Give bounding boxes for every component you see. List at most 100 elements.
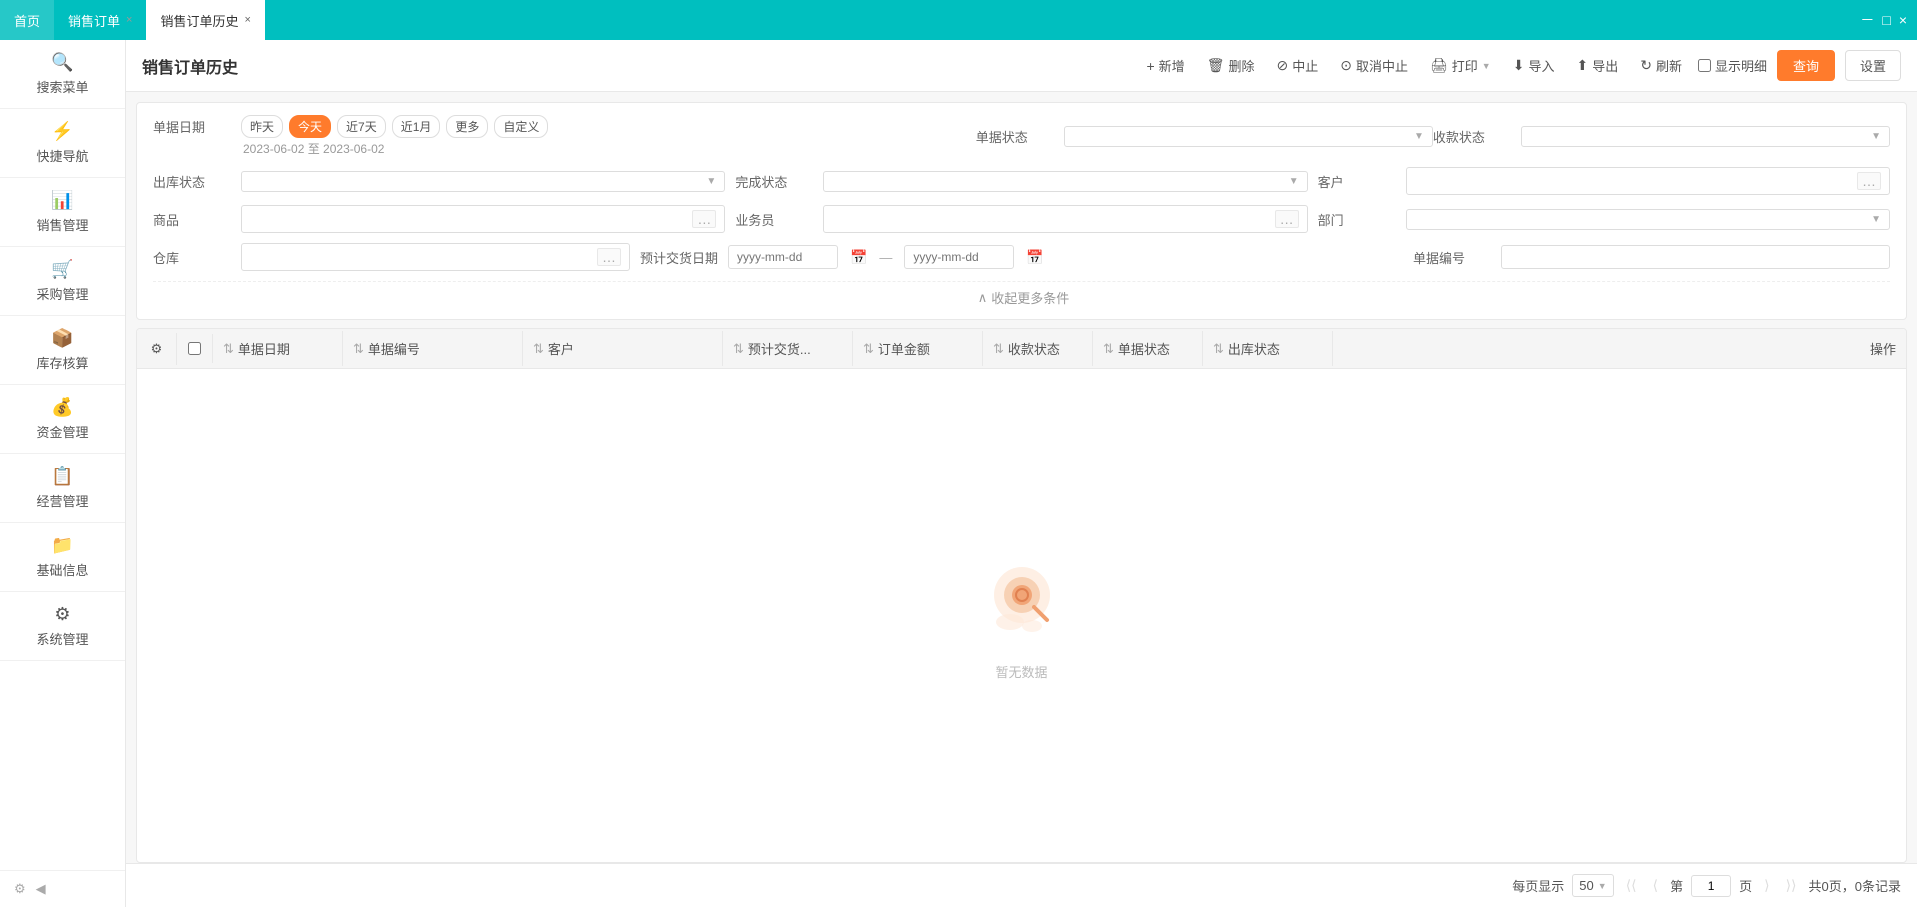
inventory-calc-icon: 📦 bbox=[51, 328, 73, 349]
sidebar-item-inventory-calc[interactable]: 📦 库存核算 bbox=[0, 316, 125, 385]
date-btn-more[interactable]: 更多 bbox=[446, 115, 488, 138]
import-button[interactable]: ⬇ 导入 bbox=[1507, 52, 1561, 79]
sidebar-item-basic-info[interactable]: 📁 基础信息 bbox=[0, 523, 125, 592]
tab-sales-order[interactable]: 销售订单 × bbox=[54, 0, 146, 40]
per-page-value: 50 bbox=[1579, 878, 1593, 893]
page-first-btn[interactable]: ⟨⟨ bbox=[1622, 875, 1641, 896]
refresh-icon: ↻ bbox=[1640, 57, 1652, 74]
set-button[interactable]: 设置 bbox=[1845, 50, 1901, 81]
date-btn-today[interactable]: 今天 bbox=[289, 115, 331, 138]
stock-out-status-select[interactable]: ▼ bbox=[241, 171, 725, 192]
customer-ellipsis-btn[interactable]: … bbox=[1857, 172, 1881, 190]
th-check[interactable] bbox=[177, 334, 213, 363]
page-input[interactable]: 1 bbox=[1691, 875, 1731, 897]
cancel-stop-label: 取消中止 bbox=[1356, 56, 1408, 75]
th-receipt[interactable]: ⇅ 收款状态 bbox=[983, 331, 1093, 366]
delivery-date-to-calendar-icon[interactable]: 📅 bbox=[1026, 249, 1043, 266]
page-next-btn[interactable]: ⟩ bbox=[1760, 875, 1773, 896]
warehouse-ellipsis-btn[interactable]: … bbox=[597, 248, 621, 266]
delete-button[interactable]: 🗑 删除 bbox=[1201, 52, 1261, 79]
print-arrow-icon: ▼ bbox=[1482, 61, 1491, 71]
stop-button[interactable]: ⊘ 中止 bbox=[1270, 52, 1324, 79]
sidebar-item-operations-mgmt-label: 经营管理 bbox=[36, 491, 88, 510]
window-controls: － □ × bbox=[1860, 10, 1917, 30]
sidebar-item-system-mgmt[interactable]: ⚙ 系统管理 bbox=[0, 592, 125, 661]
table-wrapper: ⚙ ⇅ 单据日期 ⇅ 单据编号 ⇅ 客户 ⇅ bbox=[136, 328, 1907, 863]
sidebar-settings-icon[interactable]: ⚙ bbox=[14, 881, 26, 897]
salesperson-ellipsis-btn[interactable]: … bbox=[1275, 210, 1299, 228]
th-number[interactable]: ⇅ 单据编号 bbox=[343, 331, 523, 366]
receipt-status-label: 收款状态 bbox=[1433, 127, 1513, 146]
query-button[interactable]: 查询 bbox=[1777, 50, 1835, 81]
tab-sales-order-history-close[interactable]: × bbox=[244, 14, 250, 26]
operations-mgmt-icon: 📋 bbox=[51, 466, 73, 487]
page-label: 页 bbox=[1739, 876, 1752, 895]
doc-number-input[interactable] bbox=[1510, 250, 1881, 264]
collapse-filter-row[interactable]: ∧ 收起更多条件 bbox=[153, 281, 1890, 307]
export-icon: ⬆ bbox=[1576, 57, 1588, 74]
select-all-checkbox[interactable] bbox=[188, 342, 201, 355]
page-label-prefix: 第 bbox=[1670, 876, 1683, 895]
sidebar-item-search-menu[interactable]: 🔍 搜索菜单 bbox=[0, 40, 125, 109]
export-button[interactable]: ⬆ 导出 bbox=[1570, 52, 1624, 79]
tab-sales-order-close[interactable]: × bbox=[126, 14, 132, 26]
th-delivery[interactable]: ⇅ 预计交货... bbox=[723, 331, 853, 366]
add-button[interactable]: + 新增 bbox=[1140, 52, 1190, 79]
th-amount[interactable]: ⇅ 订单金额 bbox=[853, 331, 983, 366]
date-btn-yesterday[interactable]: 昨天 bbox=[241, 115, 283, 138]
table-header: ⚙ ⇅ 单据日期 ⇅ 单据编号 ⇅ 客户 ⇅ bbox=[137, 329, 1906, 369]
funds-mgmt-icon: 💰 bbox=[51, 397, 73, 418]
export-label: 导出 bbox=[1592, 56, 1618, 75]
sidebar-collapse-icon[interactable]: ◀ bbox=[36, 881, 46, 897]
th-ops: 操作 bbox=[1333, 331, 1906, 366]
sidebar-item-sales-mgmt[interactable]: 📊 销售管理 bbox=[0, 178, 125, 247]
page-prev-btn[interactable]: ⟨ bbox=[1649, 875, 1662, 896]
delivery-date-to-input[interactable] bbox=[904, 245, 1014, 269]
search-menu-icon: 🔍 bbox=[51, 52, 73, 73]
maximize-btn[interactable]: □ bbox=[1882, 12, 1890, 28]
cancel-stop-button[interactable]: ⊙ 取消中止 bbox=[1334, 52, 1414, 79]
print-label: 打印 bbox=[1452, 56, 1478, 75]
date-separator: — bbox=[879, 250, 892, 265]
date-btn-7days[interactable]: 近7天 bbox=[337, 115, 386, 138]
filter-row-2: 出库状态 ▼ 完成状态 ▼ 客户 bbox=[153, 167, 1890, 195]
import-icon: ⬇ bbox=[1513, 57, 1525, 74]
page-last-btn[interactable]: ⟩⟩ bbox=[1782, 875, 1801, 896]
delivery-date-from-input[interactable] bbox=[728, 245, 838, 269]
filter-row-1: 单据日期 昨天 今天 近7天 近1月 更多 自定义 2023-06-02 至 2… bbox=[153, 115, 1890, 157]
th-ops-label: 操作 bbox=[1870, 339, 1896, 358]
refresh-button[interactable]: ↻ 刷新 bbox=[1634, 52, 1688, 79]
show-detail-checkbox[interactable] bbox=[1698, 59, 1711, 72]
th-customer[interactable]: ⇅ 客户 bbox=[523, 331, 723, 366]
window-close-btn[interactable]: × bbox=[1899, 12, 1907, 28]
tab-sales-order-history[interactable]: 销售订单历史 × bbox=[146, 0, 264, 40]
tab-home[interactable]: 首页 bbox=[0, 0, 54, 40]
sidebar-item-purchase-mgmt[interactable]: 🛒 采购管理 bbox=[0, 247, 125, 316]
print-button[interactable]: 🖨 打印 ▼ bbox=[1424, 52, 1497, 79]
th-date[interactable]: ⇅ 单据日期 bbox=[213, 331, 343, 366]
order-status-label: 单据状态 bbox=[976, 127, 1056, 146]
th-order-status[interactable]: ⇅ 单据状态 bbox=[1093, 331, 1203, 366]
minimize-btn[interactable]: － bbox=[1860, 10, 1874, 30]
order-status-select[interactable]: ▼ bbox=[1064, 126, 1433, 147]
delivery-date-from-calendar-icon[interactable]: 📅 bbox=[850, 249, 867, 266]
date-btn-custom[interactable]: 自定义 bbox=[494, 115, 548, 138]
receipt-status-select[interactable]: ▼ bbox=[1521, 126, 1890, 147]
th-stock-out-label: 出库状态 bbox=[1228, 339, 1280, 358]
date-btn-1month[interactable]: 近1月 bbox=[392, 115, 441, 138]
dept-select[interactable]: ▼ bbox=[1406, 209, 1890, 230]
th-stock-out[interactable]: ⇅ 出库状态 bbox=[1203, 331, 1333, 366]
sidebar-item-quick-nav[interactable]: ⚡ 快捷导航 bbox=[0, 109, 125, 178]
customer-label: 客户 bbox=[1318, 172, 1398, 191]
sidebar-item-operations-mgmt[interactable]: 📋 经营管理 bbox=[0, 454, 125, 523]
sidebar-item-funds-mgmt[interactable]: 💰 资金管理 bbox=[0, 385, 125, 454]
filter-area: 单据日期 昨天 今天 近7天 近1月 更多 自定义 2023-06-02 至 2… bbox=[136, 102, 1907, 320]
product-label: 商品 bbox=[153, 210, 233, 229]
per-page-select[interactable]: 50 ▼ bbox=[1572, 874, 1613, 897]
complete-status-select[interactable]: ▼ bbox=[823, 171, 1307, 192]
product-ellipsis-btn[interactable]: … bbox=[692, 210, 716, 228]
th-gear[interactable]: ⚙ bbox=[137, 333, 177, 365]
tab-sales-order-label: 销售订单 bbox=[68, 11, 120, 30]
th-number-label: 单据编号 bbox=[368, 339, 420, 358]
show-detail-toggle[interactable]: 显示明细 bbox=[1698, 56, 1767, 75]
